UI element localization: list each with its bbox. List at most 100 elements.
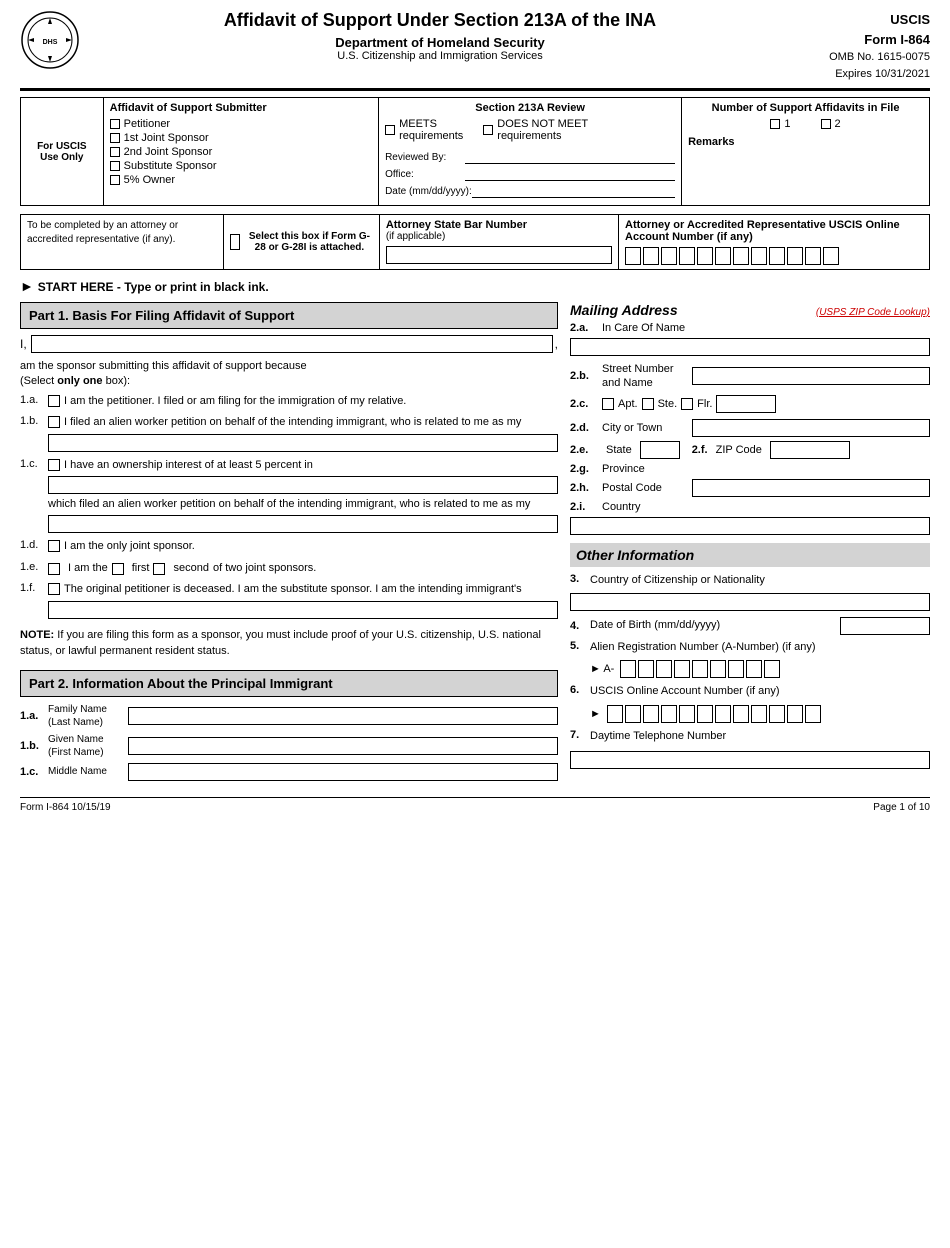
p2-family-name-input[interactable] [128,707,558,725]
account-digit-9[interactable] [769,247,785,265]
reviewed-by-row: Reviewed By: [385,150,675,164]
item-1e-second-checkbox[interactable] [153,563,165,575]
item-1c-input2[interactable] [48,515,558,533]
i-label: I, [20,337,27,351]
flr-checkbox[interactable] [681,398,693,410]
a-digit-7[interactable] [728,660,744,678]
addr-2h-num: 2.h. [570,482,602,494]
account-digit-4[interactable] [679,247,695,265]
office-label: Office: [385,169,465,180]
item-1f-checkbox[interactable] [48,583,60,595]
owner5-checkbox[interactable] [110,175,120,185]
account-digit-10[interactable] [787,247,803,265]
not-meet-checkbox[interactable] [483,125,493,135]
account-digit-8[interactable] [751,247,767,265]
number2-checkbox[interactable] [821,119,831,129]
not-meet-sub: requirements [497,130,588,142]
sponsor-name-input[interactable] [31,335,553,353]
date-input[interactable] [472,184,675,198]
reviewed-by-input[interactable] [465,150,675,164]
uscis-digit-1[interactable] [607,705,623,723]
item-1e-first-checkbox[interactable] [112,563,124,575]
uscis-digit-3[interactable] [643,705,659,723]
joint1-checkbox[interactable] [110,133,120,143]
meets-checkbox[interactable] [385,125,395,135]
state-input[interactable] [640,441,680,459]
mailing-header: Mailing Address (USPS ZIP Code Lookup) [570,302,930,318]
p2-1c-num: 1.c. [20,766,48,778]
account-digit-6[interactable] [715,247,731,265]
a-digit-1[interactable] [620,660,636,678]
substitute-label: Substitute Sponsor [124,160,217,172]
zip-input[interactable] [770,441,850,459]
postal-code-input[interactable] [692,479,930,497]
account-digit-3[interactable] [661,247,677,265]
uscis-digit-7[interactable] [715,705,731,723]
account-digit-11[interactable] [805,247,821,265]
a-digit-3[interactable] [656,660,672,678]
apt-checkbox[interactable] [602,398,614,410]
account-digit-5[interactable] [697,247,713,265]
joint2-checkbox[interactable] [110,147,120,157]
petitioner-checkbox[interactable] [110,119,120,129]
office-input[interactable] [465,167,675,181]
date-label: Date (mm/dd/yyyy): [385,186,472,197]
addr-2b-input[interactable] [692,367,930,385]
a-digit-5[interactable] [692,660,708,678]
addr-2d-input[interactable] [692,419,930,437]
a-digit-4[interactable] [674,660,690,678]
p2-given-name-input[interactable] [128,737,558,755]
account-digit-2[interactable] [643,247,659,265]
addr-2d-row: 2.d. City or Town [570,419,930,437]
account-digit-12[interactable] [823,247,839,265]
uscis-digit-11[interactable] [787,705,803,723]
uscis-digit-10[interactable] [769,705,785,723]
a-digit-8[interactable] [746,660,762,678]
item-1a-text: I am the petitioner. I filed or am filin… [64,394,406,409]
telephone-input[interactable] [570,751,930,769]
country-input[interactable] [570,517,930,535]
citizenship-input[interactable] [570,593,930,611]
uscis-digit-9[interactable] [751,705,767,723]
apt-number-input[interactable] [716,395,776,413]
dob-input[interactable] [840,617,930,635]
p2-middle-name-input[interactable] [128,763,558,781]
attorney-select-checkbox[interactable] [230,234,240,250]
item-1f-text: The original petitioner is deceased. I a… [64,582,522,597]
item-1c-checkbox[interactable] [48,459,60,471]
uscis-digit-6[interactable] [697,705,713,723]
uscis-digit-4[interactable] [661,705,677,723]
item-1d-checkbox[interactable] [48,540,60,552]
item-1b-input[interactable] [48,434,558,452]
uscis-digit-8[interactable] [733,705,749,723]
item-1d-num: 1.d. [20,539,48,551]
a-digit-2[interactable] [638,660,654,678]
addr-2a-input[interactable] [570,338,930,356]
item-1a-checkbox[interactable] [48,395,60,407]
a-digit-9[interactable] [764,660,780,678]
not-meet-label: DOES NOT MEET [497,118,588,130]
uscis-digit-12[interactable] [805,705,821,723]
substitute-checkbox[interactable] [110,161,120,171]
item-1b-checkbox[interactable] [48,416,60,428]
bar-number-input[interactable] [386,246,612,264]
ste-checkbox[interactable] [642,398,654,410]
item-1f-input[interactable] [48,601,558,619]
a-digit-6[interactable] [710,660,726,678]
uscis-digit-5[interactable] [679,705,695,723]
number1-checkbox[interactable] [770,119,780,129]
item-1c-input1[interactable] [48,476,558,494]
addr-2d-label: City or Town [602,422,692,434]
addr-2c-row: 2.c. Apt. Ste. Flr. [570,395,930,413]
zip-lookup-link[interactable]: (USPS ZIP Code Lookup) [816,307,930,318]
uscis-digit-2[interactable] [625,705,641,723]
citizenship-input-row [570,593,930,611]
main-title: Affidavit of Support Under Section 213A … [90,10,790,31]
addr-2d-num: 2.d. [570,422,602,434]
p2-family-name-row: 1.a. Family Name (Last Name) [20,703,558,729]
account-digit-7[interactable] [733,247,749,265]
account-digit-1[interactable] [625,247,641,265]
item-1e-checkbox[interactable] [48,563,60,575]
uscis-use-label: For USCIS Use Only [21,98,104,206]
addr-2c-num: 2.c. [570,398,602,410]
